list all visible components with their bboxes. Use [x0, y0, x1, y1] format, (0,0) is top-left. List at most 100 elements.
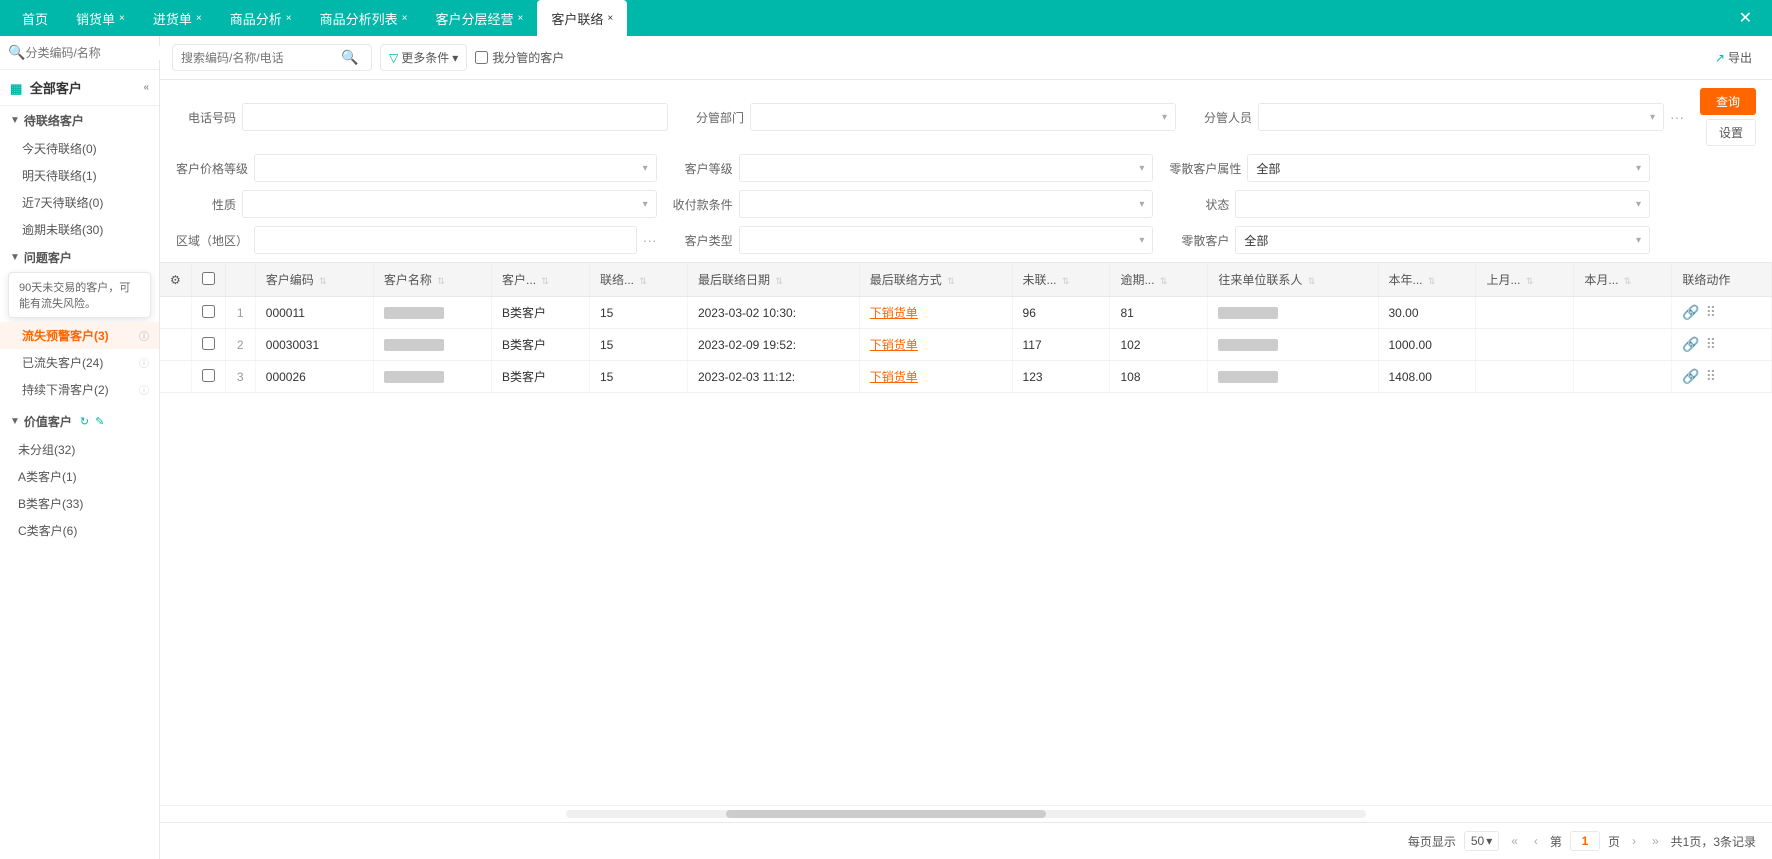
row-last-way-2[interactable]: 下销货单 [859, 361, 1012, 393]
customer-tier-select[interactable]: ▾ [739, 154, 1154, 182]
last-month-sort-icon[interactable]: ⇅ [1526, 276, 1534, 286]
tab-analysis[interactable]: 商品分析 × [216, 0, 306, 36]
main-search-icon[interactable]: 🔍 [341, 49, 358, 66]
tab-customer-link[interactable]: 客户联络 × [537, 0, 627, 36]
action-link-icon-0[interactable]: 🔗 [1682, 304, 1699, 321]
sidebar-item-c-class[interactable]: C类客户(6) [0, 517, 159, 544]
sidebar-value-group-header[interactable]: ▼ 价值客户 ↻ ✎ [0, 407, 159, 436]
nature-select[interactable]: ▾ [242, 190, 657, 218]
payment-select[interactable]: ▾ [739, 190, 1154, 218]
current-page-input[interactable] [1570, 831, 1600, 851]
main-search-input[interactable] [181, 51, 341, 65]
query-button[interactable]: 查询 [1700, 88, 1756, 115]
person-select[interactable]: ▾ [1258, 103, 1664, 131]
sidebar-group-problem: ▼ 问题客户 90天未交易的客户，可能有流失风险。 流失预警客户(3) ⓘ 已流… [0, 243, 159, 403]
tab-customer-tier[interactable]: 客户分层经营 × [421, 0, 537, 36]
settings-button[interactable]: 设置 [1706, 119, 1756, 146]
per-page-select[interactable]: 50 ▾ [1464, 831, 1499, 851]
col-settings[interactable]: ⚙ [160, 263, 191, 297]
status-select[interactable]: ▾ [1235, 190, 1650, 218]
sidebar-item-a-class[interactable]: A类客户(1) [0, 463, 159, 490]
row-last-way-0[interactable]: 下销货单 [859, 297, 1012, 329]
sidebar-item-tomorrow[interactable]: 明天待联络(1) [0, 162, 159, 189]
action-link-icon-2[interactable]: 🔗 [1682, 368, 1699, 385]
this-month-sort-icon[interactable]: ⇅ [1624, 276, 1632, 286]
value-edit-icon[interactable]: ✎ [95, 415, 104, 428]
table-row: 2 00030031 B类客户 15 2023-02-09 19:52: 下销货… [160, 329, 1772, 361]
last-way-sort-icon[interactable]: ⇅ [947, 276, 955, 286]
tab-analysis-list[interactable]: 商品分析列表 × [306, 0, 422, 36]
uncontacted-sort-icon[interactable]: ⇅ [1062, 276, 1070, 286]
tab-analysis-close[interactable]: × [286, 13, 292, 24]
pending-arrow-icon: ▼ [10, 115, 20, 126]
tab-customer-tier-close[interactable]: × [517, 13, 523, 24]
sidebar-item-churned[interactable]: 已流失客户(24) ⓘ [0, 349, 159, 376]
type-sort-icon[interactable]: ⇅ [541, 276, 549, 286]
window-close-button[interactable]: ✕ [1727, 8, 1764, 28]
dept-select[interactable]: ▾ [750, 103, 1176, 131]
region-select[interactable] [254, 226, 637, 254]
contacts-sort-icon[interactable]: ⇅ [639, 276, 647, 286]
action-more-icon-1[interactable]: ⠿ [1706, 336, 1716, 353]
tab-sales[interactable]: 销货单 × [62, 0, 139, 36]
scrollbar-thumb[interactable] [726, 810, 1046, 818]
horizontal-scrollbar[interactable] [160, 805, 1772, 822]
sidebar-item-ungrouped[interactable]: 未分组(32) [0, 436, 159, 463]
tab-purchase[interactable]: 进货单 × [139, 0, 216, 36]
my-customers-checkbox[interactable] [475, 51, 488, 64]
row-check-0[interactable] [202, 305, 215, 318]
export-btn[interactable]: ↗ 导出 [1707, 45, 1760, 70]
retail-select[interactable]: 全部 ▾ [1235, 226, 1650, 254]
sidebar-item-overdue[interactable]: 逾期未联络(30) [0, 216, 159, 243]
action-link-icon-1[interactable]: 🔗 [1682, 336, 1699, 353]
row-check-2[interactable] [202, 369, 215, 382]
row-last-way-1[interactable]: 下销货单 [859, 329, 1012, 361]
phone-input[interactable] [242, 103, 668, 131]
sidebar-item-week[interactable]: 近7天待联络(0) [0, 189, 159, 216]
dept-label: 分管部门 [684, 109, 744, 126]
my-customers-label: 我分管的客户 [492, 49, 564, 66]
retail-attr-arrow: ▾ [1636, 163, 1641, 174]
unit-contact-sort-icon[interactable]: ⇅ [1308, 276, 1316, 286]
col-overdue: 逾期... ⇅ [1110, 263, 1208, 297]
tab-customer-link-close[interactable]: × [607, 13, 613, 24]
person-dots[interactable]: ··· [1670, 109, 1684, 125]
row-settings-2 [160, 361, 191, 393]
tab-purchase-close[interactable]: × [196, 13, 202, 24]
last-page-btn[interactable]: » [1648, 832, 1663, 850]
sidebar-group-pending-header[interactable]: ▼ 待联络客户 [0, 106, 159, 135]
code-sort-icon[interactable]: ⇅ [319, 276, 327, 286]
name-sort-icon[interactable]: ⇅ [437, 276, 445, 286]
prev-page-btn[interactable]: ‹ [1530, 832, 1542, 850]
customer-type-select[interactable]: ▾ [739, 226, 1154, 254]
value-refresh-icon[interactable]: ↻ [80, 415, 89, 428]
region-dots[interactable]: ··· [643, 232, 657, 248]
filter-field-retail-attr: 零散客户属性 全部 ▾ [1169, 154, 1650, 182]
row-check-1[interactable] [202, 337, 215, 350]
tab-sales-close[interactable]: × [119, 13, 125, 24]
this-year-sort-icon[interactable]: ⇅ [1428, 276, 1436, 286]
overdue-sort-icon[interactable]: ⇅ [1160, 276, 1168, 286]
sidebar-search-input[interactable] [25, 46, 180, 60]
sidebar-collapse-icon[interactable]: « [143, 82, 149, 93]
sidebar-item-declining[interactable]: 持续下滑客户(2) ⓘ [0, 376, 159, 403]
last-date-sort-icon[interactable]: ⇅ [775, 276, 783, 286]
sidebar-group-problem-header[interactable]: ▼ 问题客户 [0, 243, 159, 272]
retail-attr-select[interactable]: 全部 ▾ [1247, 154, 1650, 182]
tab-analysis-list-close[interactable]: × [402, 13, 408, 24]
sidebar-item-churn-warning[interactable]: 流失预警客户(3) ⓘ [0, 322, 159, 349]
select-all-checkbox[interactable] [202, 272, 215, 285]
tab-home[interactable]: 首页 [8, 0, 62, 36]
more-conditions-btn[interactable]: ▽ 更多条件 ▾ [380, 44, 467, 71]
action-more-icon-0[interactable]: ⠿ [1706, 304, 1716, 321]
filter-row-4: 区域（地区） ··· 客户类型 ▾ 零散客户 全部 [176, 226, 1756, 254]
sidebar-all-customers[interactable]: ▦ 全部客户 « [0, 70, 159, 106]
row-action-1: 🔗 ⠿ [1672, 329, 1772, 361]
sidebar-item-b-class[interactable]: B类客户(33) [0, 490, 159, 517]
next-page-btn[interactable]: › [1628, 832, 1640, 850]
action-more-icon-2[interactable]: ⠿ [1706, 368, 1716, 385]
sidebar-item-today[interactable]: 今天待联络(0) [0, 135, 159, 162]
price-tier-select[interactable]: ▾ [254, 154, 657, 182]
first-page-btn[interactable]: « [1507, 832, 1522, 850]
customer-tier-label: 客户等级 [673, 160, 733, 177]
